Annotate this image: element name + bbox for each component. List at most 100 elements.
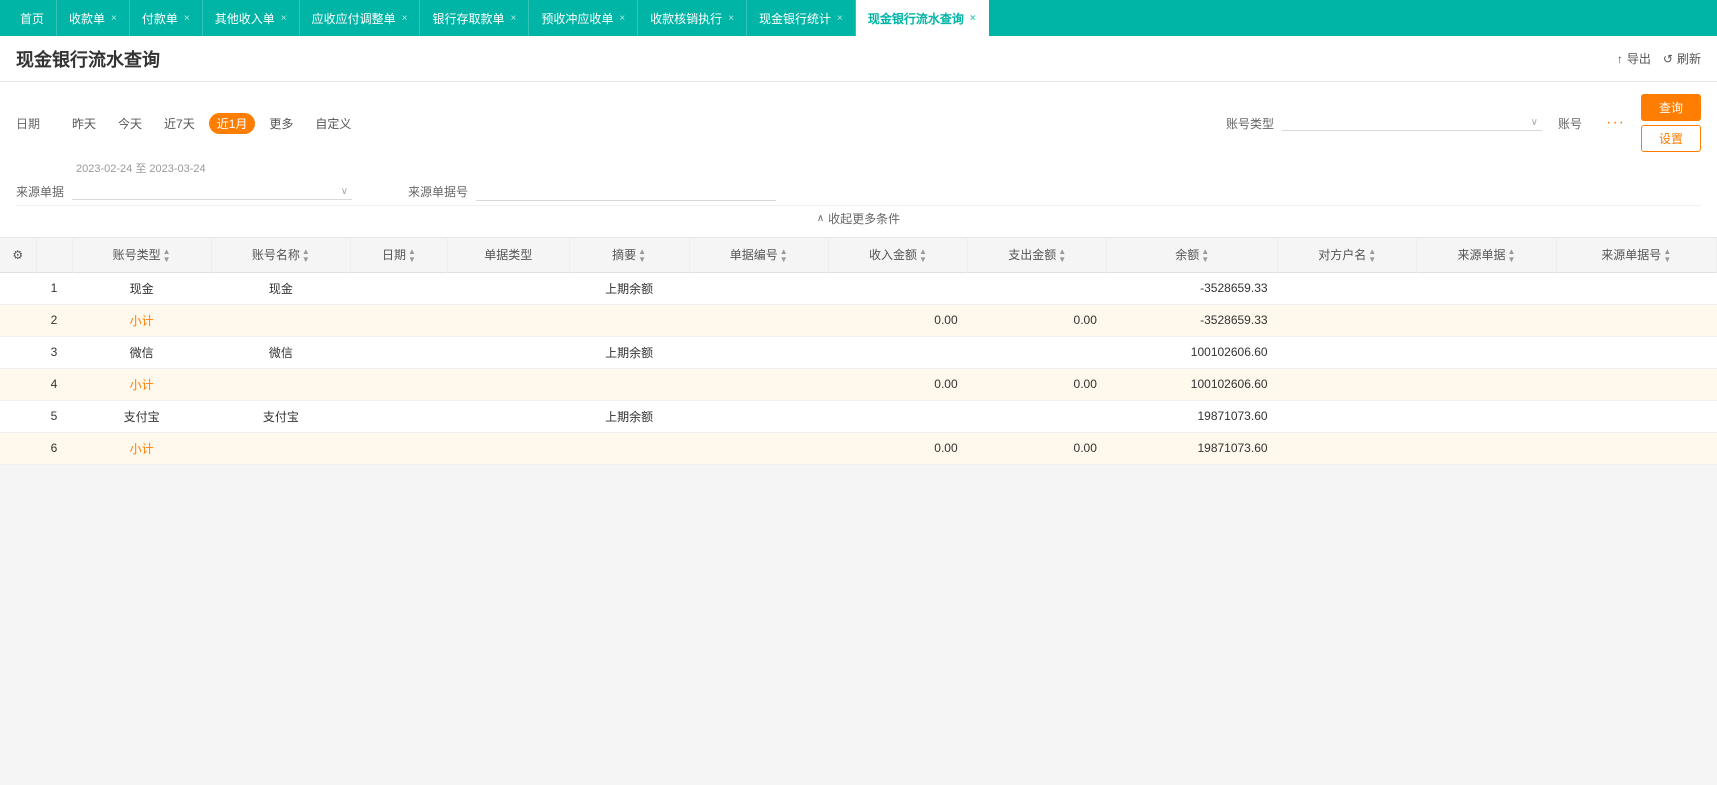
cell-account-type: 小计	[72, 432, 211, 464]
table-row: 3微信微信上期余额100102606.60	[0, 336, 1717, 368]
cell-summary	[569, 304, 689, 336]
col-source-doc[interactable]: 来源单据▲▼	[1417, 238, 1556, 272]
action-buttons: 查询 设置	[1641, 94, 1701, 152]
cell-source-doc	[1417, 432, 1556, 464]
setting-button[interactable]: 设置	[1641, 125, 1701, 152]
source-doc-filter-section: 来源单据 ∨	[16, 183, 352, 200]
cell-doc-no	[689, 432, 828, 464]
close-tab-receive[interactable]: ×	[111, 13, 117, 24]
nav-tab-receive[interactable]: 收款单×	[57, 0, 130, 36]
col-account-name[interactable]: 账号名称▲▼	[211, 238, 350, 272]
nav-tab-ar-ap[interactable]: 应收应付调整单×	[300, 0, 421, 36]
cell-num: 4	[36, 368, 72, 400]
export-button[interactable]: ↑ 导出	[1617, 50, 1651, 67]
nav-tab-bank-deposit[interactable]: 银行存取款单×	[420, 0, 529, 36]
cell-date	[351, 272, 448, 304]
collapse-bar[interactable]: ∧ 收起更多条件	[16, 205, 1701, 229]
date-opt-more[interactable]: 更多	[261, 113, 301, 134]
cell-account-type: 支付宝	[72, 400, 211, 432]
source-doc-no-input[interactable]	[476, 182, 776, 201]
col-doc-no[interactable]: 单据编号▲▼	[689, 238, 828, 272]
nav-tab-other-income[interactable]: 其他收入单×	[203, 0, 300, 36]
col-summary[interactable]: 摘要▲▼	[569, 238, 689, 272]
col-account-type[interactable]: 账号类型▲▼	[72, 238, 211, 272]
close-tab-pre-receive[interactable]: ×	[619, 13, 625, 24]
cell-summary	[569, 368, 689, 400]
cell-counterpart	[1278, 272, 1417, 304]
cell-source-doc	[1417, 368, 1556, 400]
date-options: 昨天 今天 近7天 近1月 更多 自定义	[64, 113, 359, 134]
cell-source-doc	[1417, 400, 1556, 432]
close-tab-ar-ap[interactable]: ×	[402, 13, 408, 24]
col-income[interactable]: 收入金额▲▼	[828, 238, 967, 272]
cell-counterpart	[1278, 400, 1417, 432]
source-doc-select[interactable]: ∨	[72, 184, 352, 200]
col-date[interactable]: 日期▲▼	[351, 238, 448, 272]
cell-source-doc-no	[1556, 400, 1716, 432]
cell-doc-type	[447, 368, 569, 400]
date-opt-yesterday[interactable]: 昨天	[64, 113, 104, 134]
close-tab-other-income[interactable]: ×	[281, 13, 287, 24]
nav-tab-collection[interactable]: 收款核销执行×	[638, 0, 747, 36]
page-title: 现金银行流水查询	[16, 46, 160, 72]
refresh-button[interactable]: ↺ 刷新	[1663, 50, 1701, 67]
date-filter-section: 日期 昨天 今天 近7天 近1月 更多 自定义	[16, 113, 1210, 134]
query-button[interactable]: 查询	[1641, 94, 1701, 121]
cell-counterpart	[1278, 368, 1417, 400]
cell-income: 0.00	[828, 432, 967, 464]
close-tab-pay[interactable]: ×	[184, 13, 190, 24]
cell-source-doc-no	[1556, 304, 1716, 336]
col-source-doc-no[interactable]: 来源单据号▲▼	[1556, 238, 1716, 272]
cell-counterpart	[1278, 304, 1417, 336]
table-row: 6小计0.000.0019871073.60	[0, 432, 1717, 464]
col-settings[interactable]: ⚙	[0, 238, 36, 272]
table-container: ⚙ 账号类型▲▼ 账号名称▲▼ 日期▲▼ 单据类型 摘要▲▼ 单据编号▲▼	[0, 238, 1717, 465]
account-type-arrow: ∨	[1531, 117, 1538, 128]
date-opt-1month[interactable]: 近1月	[209, 113, 256, 134]
cell-settings	[0, 432, 36, 464]
col-balance[interactable]: 余额▲▼	[1107, 238, 1278, 272]
cell-doc-type	[447, 400, 569, 432]
cell-settings	[0, 304, 36, 336]
cell-source-doc-no	[1556, 368, 1716, 400]
nav-tab-pre-receive[interactable]: 预收冲应收单×	[529, 0, 638, 36]
close-tab-cash-bank-stat[interactable]: ×	[837, 13, 843, 24]
date-opt-7days[interactable]: 近7天	[156, 113, 203, 134]
source-doc-no-filter-section: 来源单据号	[408, 182, 776, 201]
close-tab-cash-bank-flow[interactable]: ×	[970, 13, 976, 24]
account-type-select[interactable]: ∨	[1282, 115, 1542, 131]
nav-tab-home[interactable]: 首页	[8, 0, 57, 36]
table-header: ⚙ 账号类型▲▼ 账号名称▲▼ 日期▲▼ 单据类型 摘要▲▼ 单据编号▲▼	[0, 238, 1717, 272]
filter-area: 日期 昨天 今天 近7天 近1月 更多 自定义 账号类型 ∨ 账号 ···	[0, 82, 1717, 238]
cell-income	[828, 272, 967, 304]
account-dots: ···	[1606, 114, 1625, 132]
cell-doc-no	[689, 272, 828, 304]
cell-expense	[968, 272, 1107, 304]
close-tab-collection[interactable]: ×	[728, 13, 734, 24]
date-opt-today[interactable]: 今天	[110, 113, 150, 134]
cell-doc-type	[447, 304, 569, 336]
cell-income	[828, 400, 967, 432]
cell-balance: -3528659.33	[1107, 272, 1278, 304]
cell-account-type: 微信	[72, 336, 211, 368]
filter-row-1: 日期 昨天 今天 近7天 近1月 更多 自定义 账号类型 ∨ 账号 ···	[16, 94, 1701, 152]
cell-account-name	[211, 368, 350, 400]
col-expense[interactable]: 支出金额▲▼	[968, 238, 1107, 272]
header-actions: ↑ 导出 ↺ 刷新	[1617, 50, 1701, 67]
nav-tab-pay[interactable]: 付款单×	[130, 0, 203, 36]
source-doc-arrow: ∨	[341, 186, 348, 197]
close-tab-bank-deposit[interactable]: ×	[510, 13, 516, 24]
nav-tab-cash-bank-stat[interactable]: 现金银行统计×	[747, 0, 856, 36]
col-counterpart[interactable]: 对方户名▲▼	[1278, 238, 1417, 272]
gear-icon[interactable]: ⚙	[12, 248, 23, 262]
date-opt-custom[interactable]: 自定义	[307, 113, 359, 134]
cell-summary: 上期余额	[569, 336, 689, 368]
nav-tab-cash-bank-flow[interactable]: 现金银行流水查询×	[856, 0, 989, 36]
source-doc-label: 来源单据	[16, 183, 64, 200]
cell-expense: 0.00	[968, 304, 1107, 336]
account-filter-section: 账号 ···	[1558, 114, 1625, 132]
cell-settings	[0, 336, 36, 368]
collapse-label: 收起更多条件	[828, 210, 900, 227]
cell-expense: 0.00	[968, 432, 1107, 464]
collapse-icon: ∧	[817, 213, 824, 224]
